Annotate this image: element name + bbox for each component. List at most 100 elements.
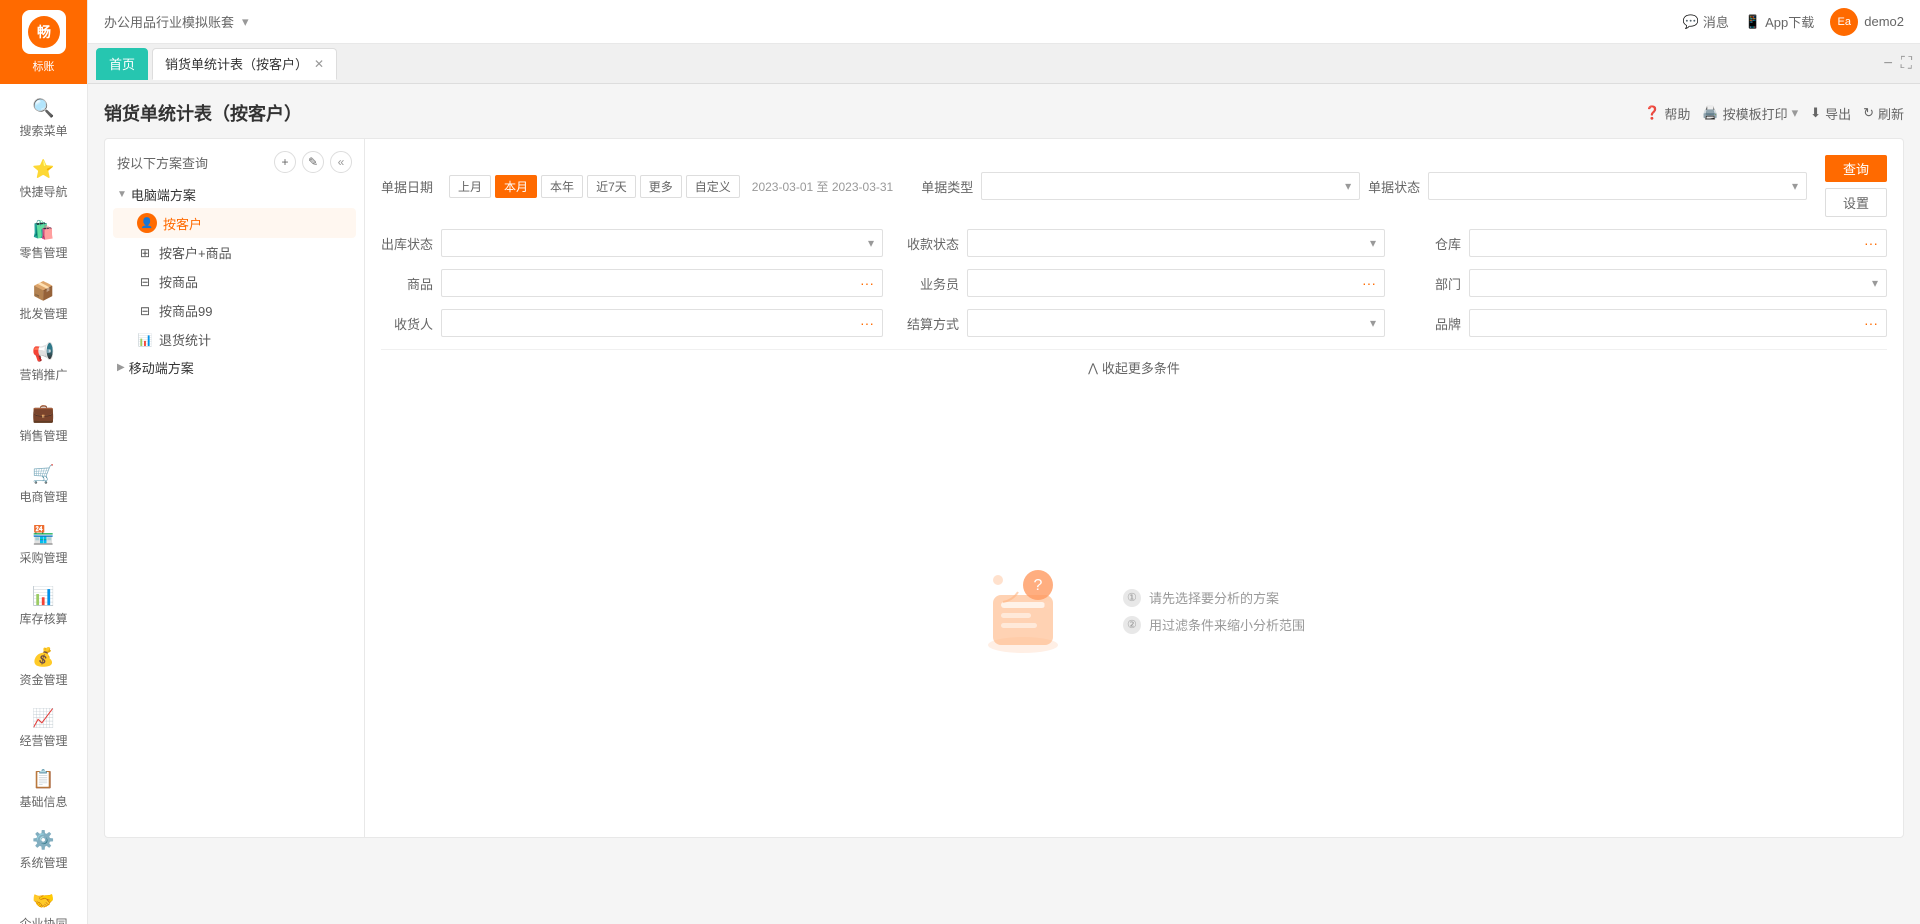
header-right: 💬 消息 📱 App下载 Ea demo2 (1683, 8, 1904, 36)
sidebar-item-retail[interactable]: 🛍️ 零售管理 (0, 210, 87, 271)
date-btn-custom[interactable]: 自定义 (686, 175, 740, 198)
date-btn-last-month[interactable]: 上月 (449, 175, 491, 198)
window-minimize-icon[interactable]: − (1883, 55, 1892, 73)
receipt-status-select[interactable]: ▾ (967, 229, 1385, 257)
doc-status-dropdown-icon: ▾ (1792, 179, 1798, 193)
scheme-edit-btn[interactable]: ✎ (302, 151, 324, 173)
main-area: 办公用品行业模拟账套 ▾ 💬 消息 📱 App下载 Ea demo2 首页 销货… (88, 0, 1920, 924)
window-maximize-icon[interactable]: ⛶ (1901, 55, 1912, 73)
department-dropdown-icon: ▾ (1872, 276, 1878, 290)
sidebar-item-system[interactable]: ⚙️ 系统管理 (0, 820, 87, 881)
goods-cell: 商品 ··· (381, 269, 883, 297)
doc-type-label: 单据类型 (921, 177, 981, 196)
help-icon: ❓ (1644, 105, 1660, 121)
scheme-item-by-goods[interactable]: ⊟ 按商品 (113, 267, 356, 296)
doc-status-select[interactable]: ▾ (1428, 172, 1807, 200)
salesman-select[interactable]: ··· (967, 269, 1385, 297)
sidebar-item-basic-info[interactable]: 📋 基础信息 (0, 759, 87, 820)
sidebar-item-marketing[interactable]: 📢 营销推广 (0, 332, 87, 393)
scheme-collapse-btn[interactable]: « (330, 151, 352, 173)
scheme-group-desktop-header[interactable]: ▼ 电脑端方案 (113, 181, 356, 208)
scheme-item-by-customer-goods[interactable]: ⊞ 按客户+商品 (113, 238, 356, 267)
main-panel: 按以下方案查询 + ✎ « ▼ 电脑端方案 (104, 138, 1904, 838)
export-btn[interactable]: ⬇ 导出 (1810, 104, 1851, 123)
sidebar-item-sales[interactable]: 💼 销售管理 (0, 393, 87, 454)
date-range-display: 2023-03-01 至 2023-03-31 (752, 178, 893, 195)
payment-cell: 结算方式 ▾ (883, 309, 1385, 337)
help-label: 帮助 (1664, 104, 1690, 123)
scheme-panel: 按以下方案查询 + ✎ « ▼ 电脑端方案 (105, 139, 365, 837)
payment-dropdown-icon: ▾ (1370, 316, 1376, 330)
industry-dropdown-icon[interactable]: ▾ (242, 14, 249, 30)
scheme-add-btn[interactable]: + (274, 151, 296, 173)
scheme-group-mobile-arrow-icon: ▶ (117, 362, 125, 373)
sidebar-item-purchase[interactable]: 🏪 采购管理 (0, 515, 87, 576)
sidebar-item-wholesale[interactable]: 📦 批发管理 (0, 271, 87, 332)
sidebar-item-label: 营销推广 (19, 366, 67, 383)
sidebar-item-operations[interactable]: 📈 经营管理 (0, 698, 87, 759)
goods-dots[interactable]: ··· (860, 275, 874, 291)
receiver-select[interactable]: ··· (441, 309, 883, 337)
scheme-item-return-stat[interactable]: 📊 退货统计 (113, 325, 356, 354)
page-actions: ❓ 帮助 🖨️ 按模板打印 ▾ ⬇ 导出 ↻ 刷新 (1644, 104, 1904, 123)
date-btn-more[interactable]: 更多 (640, 175, 682, 198)
doc-type-select[interactable]: ▾ (981, 172, 1360, 200)
quick-nav-icon: ⭐ (32, 159, 54, 180)
export-label: 导出 (1825, 104, 1851, 123)
header-left: 办公用品行业模拟账套 ▾ (104, 12, 249, 31)
payment-select[interactable]: ▾ (967, 309, 1385, 337)
brand-select[interactable]: ··· (1469, 309, 1887, 337)
sidebar-item-enterprise[interactable]: 🤝 企业协同 (0, 881, 87, 924)
hint-2-text: 用过滤条件来缩小分析范围 (1149, 615, 1305, 634)
app-download-label: App下载 (1765, 12, 1814, 31)
brand-cell: 品牌 ··· (1385, 309, 1887, 337)
empty-state: ? ① 请先选择要分析的方案 (365, 385, 1903, 837)
salesman-dots[interactable]: ··· (1362, 275, 1376, 291)
out-status-select[interactable]: ▾ (441, 229, 883, 257)
refresh-btn[interactable]: ↻ 刷新 (1863, 104, 1904, 123)
wholesale-icon: 📦 (32, 281, 54, 302)
app-download-btn[interactable]: 📱 App下载 (1745, 12, 1814, 31)
message-btn[interactable]: 💬 消息 (1683, 12, 1729, 31)
help-btn[interactable]: ❓ 帮助 (1644, 104, 1690, 123)
sidebar-item-quick-nav[interactable]: ⭐ 快捷导航 (0, 149, 87, 210)
tab-sales-stat[interactable]: 销货单统计表（按客户） ✕ (152, 48, 337, 80)
collapse-up-icon: ⋀ (1088, 361, 1098, 375)
logo: 畅 标账 (0, 0, 87, 84)
retail-icon: 🛍️ (32, 220, 54, 241)
receipt-status-label: 收款状态 (907, 234, 967, 253)
goods-select[interactable]: ··· (441, 269, 883, 297)
date-btn-7days[interactable]: 近7天 (587, 175, 636, 198)
sidebar-item-search-menu[interactable]: 🔍 搜索菜单 (0, 88, 87, 149)
marketing-icon: 📢 (32, 342, 54, 363)
scheme-item-by-customer-label: 按客户 (163, 214, 202, 233)
scheme-group-mobile-header[interactable]: ▶ 移动端方案 (113, 354, 356, 381)
tab-actions: − ⛶ (1883, 55, 1912, 73)
sidebar-item-ecommerce[interactable]: 🛒 电商管理 (0, 454, 87, 515)
receiver-cell: 收货人 ··· (381, 309, 883, 337)
receipt-status-dropdown-icon: ▾ (1370, 236, 1376, 250)
scheme-group-mobile: ▶ 移动端方案 (105, 354, 364, 381)
warehouse-select[interactable]: ··· (1469, 229, 1887, 257)
user-menu[interactable]: Ea demo2 (1830, 8, 1904, 36)
warehouse-dots[interactable]: ··· (1864, 235, 1878, 251)
tab-close-icon[interactable]: ✕ (314, 57, 324, 71)
settings-btn[interactable]: 设置 (1825, 188, 1887, 217)
scheme-item-by-goods-99[interactable]: ⊟ 按商品99 (113, 296, 356, 325)
scheme-item-by-goods-99-label: 按商品99 (159, 301, 212, 320)
receiver-dots[interactable]: ··· (860, 315, 874, 331)
collapse-more-label: 收起更多条件 (1102, 358, 1180, 377)
brand-dots[interactable]: ··· (1864, 315, 1878, 331)
sidebar-item-inventory[interactable]: 📊 库存核算 (0, 576, 87, 637)
department-select[interactable]: ▾ (1469, 269, 1887, 297)
date-btn-this-year[interactable]: 本年 (541, 175, 583, 198)
date-btn-this-month[interactable]: 本月 (495, 175, 537, 198)
sidebar-item-label: 基础信息 (19, 793, 67, 810)
scheme-item-by-customer[interactable]: 👤 按客户 (113, 208, 356, 238)
query-btn[interactable]: 查询 (1825, 155, 1887, 182)
print-btn[interactable]: 🖨️ 按模板打印 ▾ (1702, 104, 1798, 123)
doc-status-label: 单据状态 (1368, 177, 1428, 196)
sidebar-item-finance[interactable]: 💰 资金管理 (0, 637, 87, 698)
collapse-more-btn[interactable]: ⋀ 收起更多条件 (381, 349, 1887, 385)
tab-home[interactable]: 首页 (96, 48, 148, 80)
